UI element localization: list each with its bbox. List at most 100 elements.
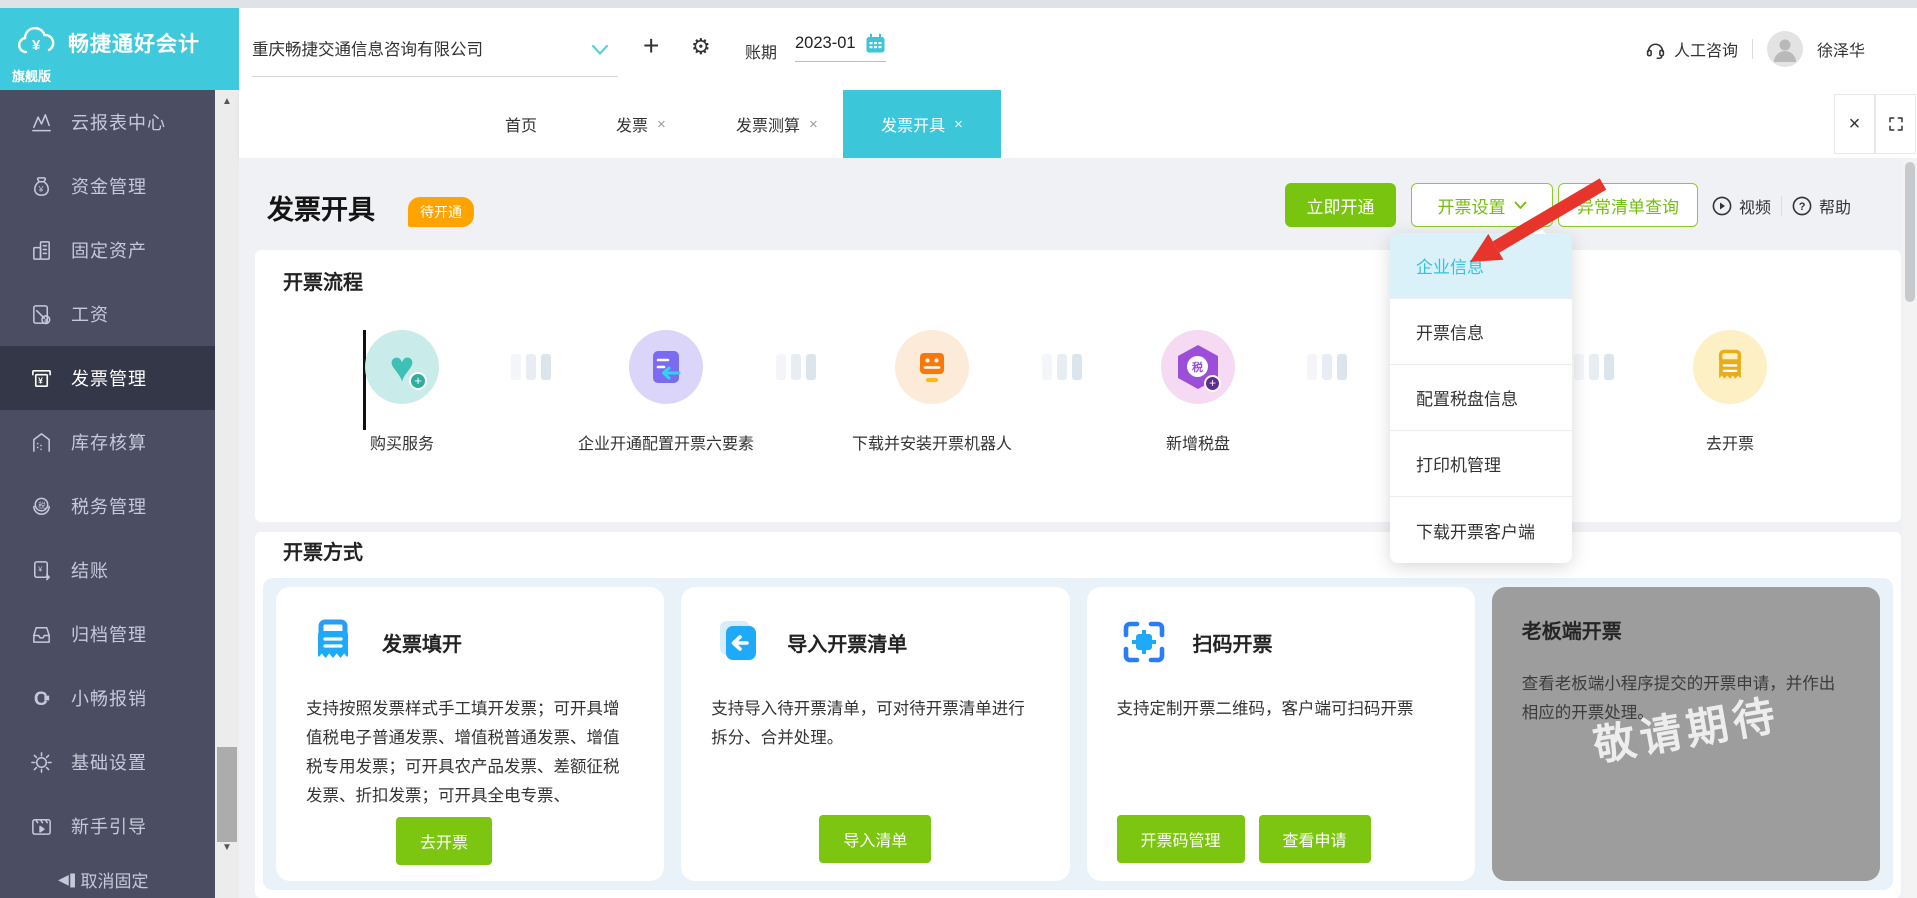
menu-item-company-info[interactable]: 企业信息 (1390, 233, 1572, 299)
sidebar-item-label: 资金管理 (71, 177, 147, 197)
links-divider (1781, 196, 1783, 216)
card-description: 支持定制开票二维码，客户端可扫码开票 (1116, 700, 1414, 718)
sidebar-item-closing[interactable]: ¥ 结账 (0, 538, 215, 602)
header-divider (1751, 39, 1753, 59)
archive-icon (33, 626, 50, 643)
plus-badge-icon: + (409, 372, 427, 390)
sidebar-item-reimburse[interactable]: C 小畅报销 (0, 666, 215, 730)
browser-strip (0, 0, 1917, 8)
close-icon[interactable]: × (809, 116, 818, 133)
sidebar-item-label: 归档管理 (71, 625, 147, 645)
content-scrollbar-thumb[interactable] (1905, 162, 1915, 302)
top-header: 重庆畅捷交通信息咨询有限公司 + ⚙ 账期 2023-01 人工咨询 徐泽华 (239, 8, 1917, 90)
company-selector[interactable]: 重庆畅捷交通信息咨询有限公司 (252, 36, 483, 60)
page-title: 发票开具 (267, 195, 375, 225)
svg-text:¥: ¥ (38, 375, 44, 385)
tax-icon: 税 (33, 497, 50, 515)
unpin-icon: ◀❚ (58, 870, 78, 887)
card-title: 老板端开票 (1521, 621, 1622, 643)
menu-item-invoice-info[interactable]: 开票信息 (1390, 299, 1572, 365)
sidebar-item-label: 发票管理 (71, 369, 147, 389)
import-list-button[interactable]: 导入清单 (819, 815, 932, 863)
tab-invoice-issue[interactable]: 发票开具 × (843, 90, 1001, 158)
warehouse-icon (33, 432, 50, 452)
invoice-code-manage-button[interactable]: 开票码管理 (1116, 815, 1245, 863)
sidebar-item-salary[interactable]: ¥ 工资 (0, 282, 215, 346)
settings-gear-icon (31, 751, 52, 773)
card-title: 发票填开 (382, 633, 462, 656)
sidebar-item-settings[interactable]: 基础设置 (0, 730, 215, 794)
menu-item-printer-manage[interactable]: 打印机管理 (1390, 431, 1572, 497)
sidebar-item-inventory[interactable]: 库存核算 (0, 410, 215, 474)
flow-step-buy-service: ♥ + 购买服务 (365, 330, 439, 453)
username[interactable]: 徐泽华 (1817, 37, 1865, 61)
add-account-button[interactable]: + (643, 30, 659, 62)
tab-label: 发票开具 (881, 118, 946, 135)
app-window: ¥ 畅捷通好会计 旗舰版 云报表中心 ¥ 资金管理 固定资产 ¥ 工资 ¥ 发票… (0, 0, 1917, 898)
company-underline (252, 76, 618, 77)
app-edition: 旗舰版 (12, 69, 52, 84)
salary-calculator-icon: ¥ (33, 304, 51, 324)
video-link[interactable]: 视频 (1712, 194, 1771, 218)
help-circle-icon: ? (1792, 196, 1812, 216)
sidebar-item-funds[interactable]: ¥ 资金管理 (0, 154, 215, 218)
support-label: 人工咨询 (1673, 43, 1738, 60)
period-selector[interactable]: 2023-01 (795, 33, 886, 62)
sidebar-item-tax[interactable]: 税 税务管理 (0, 474, 215, 538)
sidebar-item-cloud-reports[interactable]: 云报表中心 (0, 90, 215, 154)
flow-step-configure: 企业开通配置开票六要素 (578, 330, 754, 453)
robot-icon (920, 353, 944, 382)
card-description: 支持按照发票样式手工填开发票；可开具增值税电子普通发票、增值税普通发票、增值税专… (306, 700, 620, 805)
chevron-down-icon (1514, 201, 1526, 209)
scroll-up-icon[interactable]: ▲ (215, 96, 239, 107)
tab-invoice-calc[interactable]: 发票测算 × (736, 90, 818, 158)
go-invoice-button[interactable]: 去开票 (396, 817, 493, 865)
help-label: 帮助 (1819, 200, 1852, 217)
flow-connector (776, 354, 816, 380)
sidebar-item-invoice-management[interactable]: ¥ 发票管理 (0, 346, 215, 410)
view-application-button[interactable]: 查看申请 (1258, 815, 1371, 863)
flow-step-go-invoice: 去开票 (1693, 330, 1767, 453)
method-cards-container: 发票填开 支持按照发票样式手工填开发票；可开具增值税电子普通发票、增值税普通发票… (263, 578, 1893, 890)
close-icon[interactable]: × (954, 116, 963, 133)
card-scan-invoice: 扫码开票 支持定制开票二维码，客户端可扫码开票 开票码管理 查看申请 (1086, 587, 1475, 881)
gear-icon[interactable]: ⚙ (691, 34, 711, 60)
fullscreen-icon (1888, 117, 1903, 131)
tab-label: 发票 (616, 118, 649, 135)
activate-button[interactable]: 立即开通 (1285, 183, 1396, 227)
printer-icon (1718, 349, 1742, 379)
close-tab-button[interactable]: × (1834, 94, 1875, 154)
content-scrollbar[interactable] (1903, 158, 1917, 898)
invoice-settings-button[interactable]: 开票设置 (1411, 183, 1553, 227)
svg-text:¥: ¥ (38, 183, 45, 193)
svg-text:税: 税 (38, 499, 47, 509)
fullscreen-button[interactable] (1875, 94, 1916, 154)
scroll-down-icon[interactable]: ▼ (215, 842, 239, 853)
card-boss-invoice: 老板端开票 查看老板端小程序提交的开票申请，并作出相应的开票处理。 敬请期待 (1491, 587, 1880, 881)
flow-step-label: 下载并安装开票机器人 (851, 436, 1013, 453)
help-link[interactable]: ? 帮助 (1792, 194, 1851, 218)
sidebar-scrollbar[interactable]: ▲ ▼ (215, 90, 239, 898)
support-link[interactable]: 人工咨询 (1645, 37, 1738, 61)
period-label: 账期 (745, 45, 778, 62)
sidebar-item-guide[interactable]: 新手引导 (0, 794, 215, 858)
sidebar-item-fixed-assets[interactable]: 固定资产 (0, 218, 215, 282)
chevron-down-icon[interactable] (591, 44, 609, 56)
flow-step-label: 新增税盘 (1165, 436, 1231, 453)
flow-step-label: 去开票 (1705, 436, 1755, 453)
avatar[interactable] (1766, 31, 1803, 67)
plus-badge-icon: + (1204, 375, 1221, 392)
abnormal-list-button[interactable]: 异常清单查询 (1558, 183, 1698, 227)
tab-invoice[interactable]: 发票 × (616, 90, 666, 158)
menu-item-tax-disk-config[interactable]: 配置税盘信息 (1390, 365, 1572, 431)
period-value: 2023-01 (795, 34, 856, 52)
tab-bar: 首页 发票 × 发票测算 × 发票开具 × (239, 90, 1917, 158)
sidebar-item-archive[interactable]: 归档管理 (0, 602, 215, 666)
close-icon[interactable]: × (657, 116, 666, 133)
sidebar-item-label: 库存核算 (71, 433, 147, 453)
tab-home[interactable]: 首页 (505, 90, 537, 158)
sidebar-scrollbar-thumb[interactable] (217, 747, 237, 842)
sidebar-unpin-button[interactable]: ◀❚ 取消固定 (0, 860, 215, 898)
document-import-icon (653, 351, 681, 383)
menu-item-download-client[interactable]: 下载开票客户端 (1390, 497, 1572, 563)
